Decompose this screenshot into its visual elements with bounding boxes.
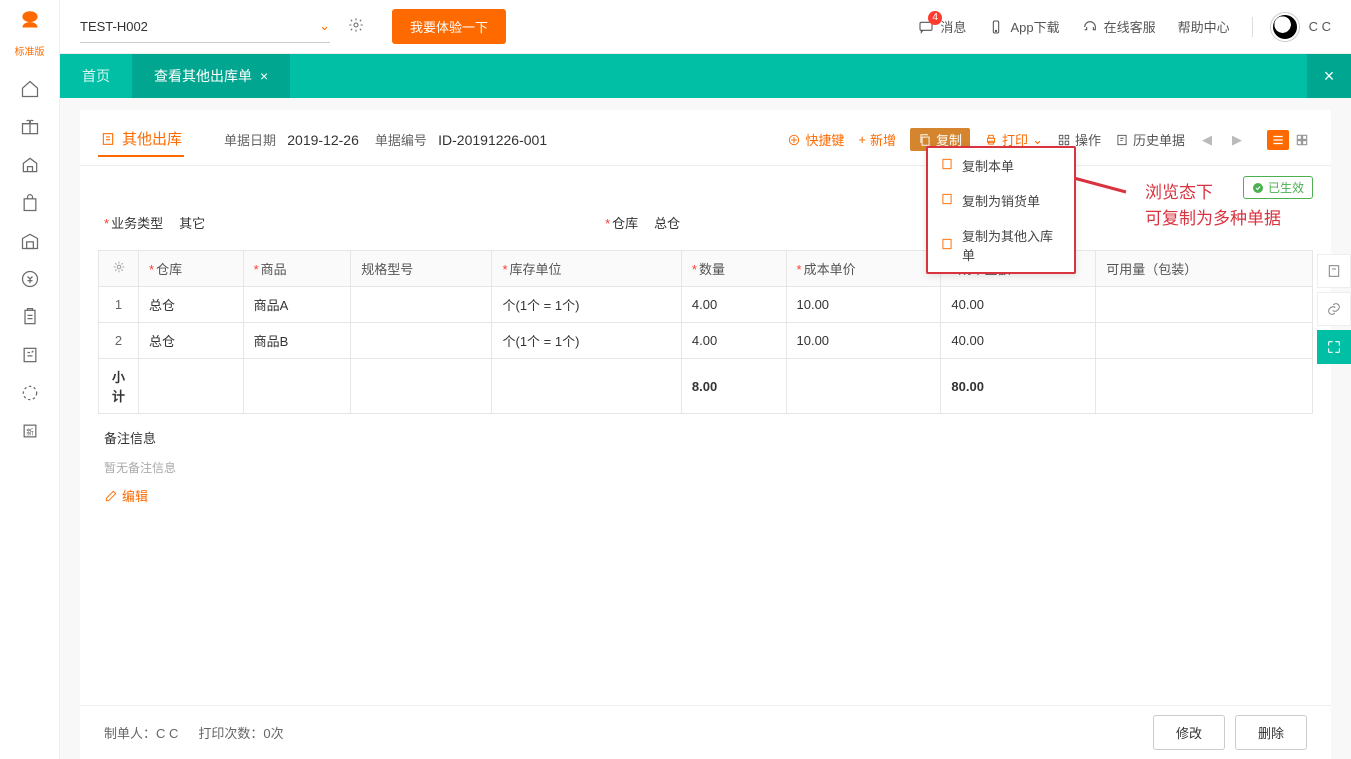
user-avatar[interactable] <box>1271 13 1299 41</box>
modify-button[interactable]: 修改 <box>1153 715 1225 750</box>
copy-menu: 复制本单 复制为销货单 复制为其他入库单 <box>926 146 1076 274</box>
messages-button[interactable]: 消息 4 <box>918 17 966 36</box>
close-icon[interactable]: × <box>260 68 268 84</box>
shortcut-button[interactable]: 快捷键 <box>787 130 844 149</box>
tab-view-outbound[interactable]: 查看其他出库单 × <box>132 54 290 98</box>
footer-bar: 制单人：C C 打印次数：0次 修改 删除 <box>80 705 1331 759</box>
remarks-empty-text: 暂无备注信息 <box>104 459 1307 476</box>
doc-number-label: 单据编号 <box>375 133 427 148</box>
remarks-section: 备注信息 暂无备注信息 编辑 <box>80 414 1331 519</box>
table-row[interactable]: 1 总仓 商品A 个(1个 = 1个) 4.00 10.00 40.00 <box>99 287 1313 323</box>
account-selector[interactable]: TEST-H002 ⌄ <box>80 11 330 43</box>
top-bar: TEST-H002 ⌄ 我要体验一下 消息 4 App下载 在线客服 <box>60 0 1351 54</box>
help-center-label: 帮助中心 <box>1178 17 1230 36</box>
app-logo-icon <box>17 8 43 41</box>
delete-button[interactable]: 删除 <box>1235 715 1307 750</box>
form-summary-row: *业务类型其它 *仓库总仓 <box>80 199 1331 250</box>
app-download-button[interactable]: App下载 <box>988 17 1059 36</box>
status-badge: 已生效 <box>1243 176 1313 199</box>
messages-badge: 4 <box>928 11 942 25</box>
edit-remarks-button[interactable]: 编辑 <box>104 486 1307 505</box>
user-name-label: C C <box>1309 19 1331 34</box>
right-tool-rail <box>1317 254 1351 364</box>
copy-menu-item-self[interactable]: 复制本单 <box>928 148 1074 183</box>
tab-home[interactable]: 首页 <box>60 54 132 98</box>
copy-menu-item-other-inbound[interactable]: 复制为其他入库单 <box>928 218 1074 272</box>
copy-menu-item-sales[interactable]: 复制为销货单 <box>928 183 1074 218</box>
divider <box>1252 17 1253 37</box>
link-tool-icon[interactable] <box>1317 292 1351 326</box>
view-list-toggle[interactable] <box>1267 130 1289 150</box>
nav-misc-icon[interactable] <box>0 374 60 412</box>
close-all-tabs-button[interactable]: × <box>1307 54 1351 98</box>
nav-report-icon[interactable] <box>0 336 60 374</box>
table-row[interactable]: 2 总仓 商品B 个(1个 = 1个) 4.00 10.00 40.00 <box>99 323 1313 359</box>
chevron-down-icon: ⌄ <box>319 18 330 34</box>
account-name: TEST-H002 <box>80 19 148 34</box>
svg-text:新: 新 <box>26 426 34 436</box>
add-button[interactable]: +新增 <box>858 130 896 149</box>
edition-label: 标准版 <box>15 43 45 58</box>
copy-icon <box>940 237 954 254</box>
nav-gift-icon[interactable] <box>0 108 60 146</box>
page-tabs: 首页 查看其他出库单 × × <box>60 54 1351 98</box>
copy-icon <box>940 192 954 209</box>
nav-clipboard-icon[interactable] <box>0 298 60 336</box>
customer-service-button[interactable]: 在线客服 <box>1082 17 1156 36</box>
help-center-button[interactable]: 帮助中心 <box>1178 17 1230 36</box>
items-table: *仓库 *商品 规格型号 *库存单位 *数量 *成本单价 *成本金额 可用量（包… <box>98 250 1313 414</box>
app-download-label: App下载 <box>1010 17 1059 36</box>
creator-info: 制单人：C C <box>104 723 178 742</box>
nav-money-icon[interactable] <box>0 260 60 298</box>
view-grid-toggle[interactable] <box>1291 130 1313 150</box>
doc-date-value: 2019-12-26 <box>287 132 359 148</box>
expand-tool-icon[interactable] <box>1317 330 1351 364</box>
history-button[interactable]: 历史单据 <box>1115 130 1185 149</box>
left-nav-rail: 标准版 新 <box>0 0 60 759</box>
remarks-title: 备注信息 <box>104 428 1307 447</box>
customer-service-label: 在线客服 <box>1104 17 1156 36</box>
warehouse-field: *仓库总仓 <box>605 213 680 232</box>
doc-number-value: ID-20191226-001 <box>438 132 547 148</box>
nav-home-icon[interactable] <box>0 70 60 108</box>
prev-doc-button[interactable]: ◀ <box>1199 132 1215 148</box>
messages-label: 消息 <box>940 17 966 36</box>
nav-house-icon[interactable] <box>0 146 60 184</box>
table-settings-icon[interactable] <box>99 251 139 287</box>
trial-button[interactable]: 我要体验一下 <box>392 9 506 44</box>
table-subtotal-row: 小计 8.00 80.00 <box>99 359 1313 414</box>
document-header: 其他出库 单据日期 2019-12-26 单据编号 ID-20191226-00… <box>80 110 1331 166</box>
copy-icon <box>940 157 954 174</box>
biz-type-field: *业务类型其它 <box>104 213 205 232</box>
doc-date-label: 单据日期 <box>224 133 276 148</box>
print-count: 打印次数：0次 <box>198 723 283 742</box>
next-doc-button[interactable]: ▶ <box>1229 132 1245 148</box>
nav-warehouse-icon[interactable] <box>0 222 60 260</box>
nav-bag-icon[interactable] <box>0 184 60 222</box>
nav-new-icon[interactable]: 新 <box>0 412 60 450</box>
note-tool-icon[interactable] <box>1317 254 1351 288</box>
doc-type-tab[interactable]: 其他出库 <box>98 122 184 157</box>
settings-gear-icon[interactable] <box>348 17 364 36</box>
